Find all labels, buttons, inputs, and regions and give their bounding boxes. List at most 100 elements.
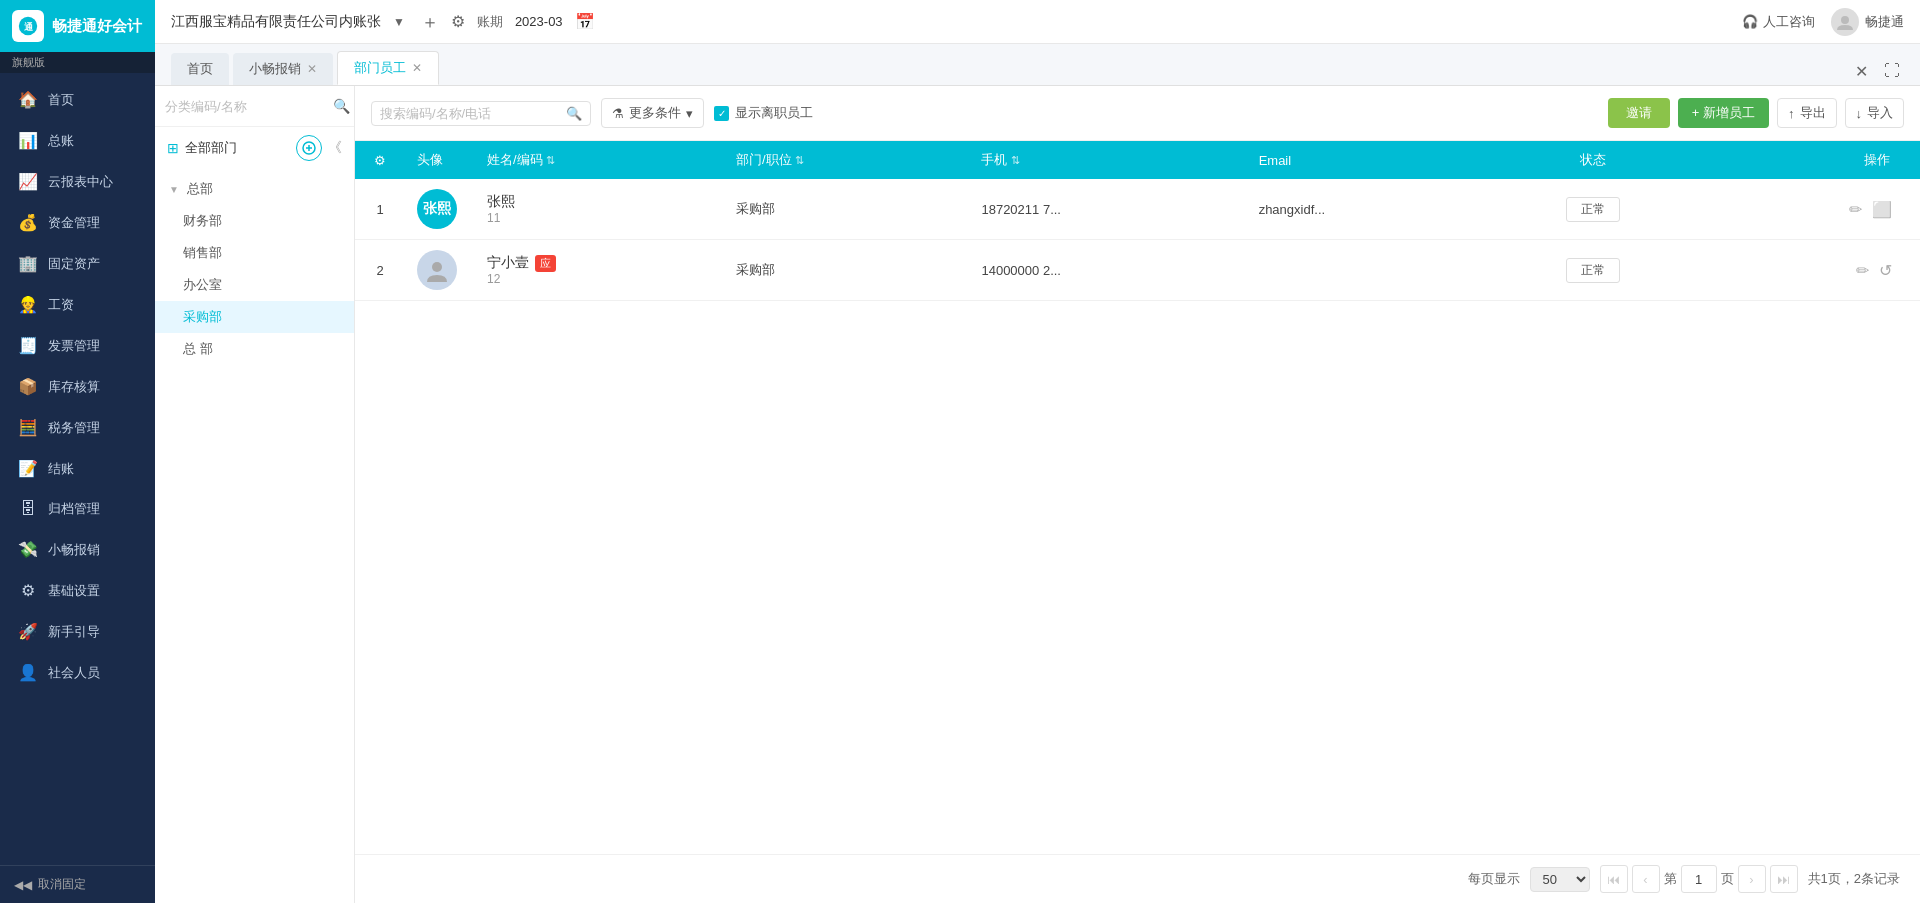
page-text: 页	[1721, 870, 1734, 888]
tab-home[interactable]: 首页	[171, 53, 229, 85]
show-resigned-label: 显示离职员工	[735, 104, 813, 122]
resigned-checkbox[interactable]: ✓	[714, 106, 729, 121]
employee-panel: 🔍 ⚗ 更多条件 ▾ ✓ 显示离职员工 邀请 + 新增员工	[355, 86, 1920, 903]
add-company-btn[interactable]: ＋	[421, 10, 439, 34]
nav-payroll[interactable]: 👷 工资	[0, 284, 155, 325]
nav-inventory[interactable]: 📦 库存核算	[0, 366, 155, 407]
row1-status-badge: 正常	[1566, 197, 1620, 222]
dept-item-sales[interactable]: 销售部	[155, 237, 354, 269]
row2-name: 宁小壹 应	[487, 254, 712, 272]
nav-guide[interactable]: 🚀 新手引导	[0, 611, 155, 652]
add-dept-btn[interactable]	[296, 135, 322, 161]
all-dept-btn[interactable]: ⊞ 全部部门	[167, 139, 237, 157]
add-employee-button[interactable]: + 新增员工	[1678, 98, 1769, 128]
company-dropdown-icon[interactable]: ▼	[393, 15, 405, 29]
col-dept-position[interactable]: 部门/职位	[724, 141, 969, 179]
nav-finance-label: 资金管理	[48, 214, 100, 232]
dept-search-icon[interactable]: 🔍	[333, 98, 350, 114]
import-button[interactable]: ↓ 导入	[1845, 98, 1905, 128]
nav-settings-label: 基础设置	[48, 582, 100, 600]
row2-code: 12	[487, 272, 712, 286]
dept-tree: ▼ 总部 财务部 销售部 办公室 采购部 总 部	[155, 169, 354, 903]
row2-actions-cell: ✏ ↺	[1698, 240, 1920, 301]
svg-text:通: 通	[24, 22, 34, 32]
period-value[interactable]: 2023-03	[515, 14, 563, 29]
grid-icon: ⊞	[167, 140, 179, 156]
export-label: 导出	[1800, 104, 1826, 122]
tab-dept-employee[interactable]: 部门员工 ✕	[337, 51, 439, 85]
sidebar-footer: ◀◀ 取消固定	[0, 865, 155, 903]
nav-settings[interactable]: ⚙ 基础设置	[0, 570, 155, 611]
per-page-select[interactable]: 50 10 20 100	[1530, 867, 1590, 892]
svg-point-4	[432, 262, 442, 272]
nav-archive[interactable]: 🗄 归档管理	[0, 489, 155, 529]
last-page-btn[interactable]: ⏭	[1770, 865, 1798, 893]
dept-item-general[interactable]: 总 部	[155, 333, 354, 365]
dept-item-purchase[interactable]: 采购部	[155, 301, 354, 333]
page-number-input[interactable]	[1681, 865, 1717, 893]
expand-window-btn[interactable]: ⛶	[1880, 58, 1904, 85]
topbar-right: 🎧 人工咨询 畅捷通	[1742, 8, 1904, 36]
dept-header: ⊞ 全部部门 《	[155, 127, 354, 169]
nav-close-books-label: 结账	[48, 460, 74, 478]
tab-dept-close[interactable]: ✕	[412, 61, 422, 75]
topbar-settings-icon[interactable]: ⚙	[451, 12, 465, 31]
more-filter-btn[interactable]: ⚗ 更多条件 ▾	[601, 98, 704, 128]
left-arrow-icon: ◀◀	[14, 878, 32, 892]
nav-close-books[interactable]: 📝 结账	[0, 448, 155, 489]
nav-fixed-assets[interactable]: 🏢 固定资产	[0, 243, 155, 284]
employee-search-input[interactable]	[380, 106, 560, 121]
nav-ledger-label: 总账	[48, 132, 74, 150]
nav-invoice[interactable]: 🧾 发票管理	[0, 325, 155, 366]
row1-exit-icon[interactable]: ⬜	[1872, 200, 1892, 219]
nav-ledger[interactable]: 📊 总账	[0, 120, 155, 161]
invite-button[interactable]: 邀请	[1608, 98, 1670, 128]
service-button[interactable]: 🎧 人工咨询	[1742, 13, 1815, 31]
col-name-code[interactable]: 姓名/编码	[475, 141, 724, 179]
nav-staff[interactable]: 👤 社会人员	[0, 652, 155, 693]
row2-name-cell: 宁小壹 应 12	[475, 240, 724, 301]
nav-home[interactable]: 🏠 首页	[0, 79, 155, 120]
dept-search-input[interactable]	[165, 99, 333, 114]
edition-badge: 旗舰版	[0, 52, 155, 73]
first-page-btn[interactable]: ⏮	[1600, 865, 1628, 893]
next-page-btn[interactable]: ›	[1738, 865, 1766, 893]
row1-name-cell: 张熙 11	[475, 179, 724, 240]
content-area: 🔍 ⊞ 全部部门 《 ▼ 总部	[155, 86, 1920, 903]
show-resigned-toggle[interactable]: ✓ 显示离职员工	[714, 104, 813, 122]
app-title: 畅捷通好会计	[52, 17, 142, 35]
row2-index: 2	[355, 240, 405, 301]
nav-tax[interactable]: 🧮 税务管理	[0, 407, 155, 448]
calendar-icon[interactable]: 📅	[575, 12, 595, 31]
logo-text-block: 畅捷通好会计	[52, 17, 142, 35]
user-info[interactable]: 畅捷通	[1831, 8, 1904, 36]
tab-expense[interactable]: 小畅报销 ✕	[233, 53, 333, 85]
collapse-dept-icon[interactable]: 《	[328, 139, 342, 157]
tabs-bar: 首页 小畅报销 ✕ 部门员工 ✕ ✕ ⛶	[155, 44, 1920, 86]
row2-avatar	[417, 250, 457, 290]
cancel-fixed-btn[interactable]: ◀◀ 取消固定	[14, 876, 141, 893]
headset-icon: 🎧	[1742, 14, 1758, 29]
col-phone[interactable]: 手机	[969, 141, 1246, 179]
finance-icon: 💰	[18, 213, 38, 232]
row2-edit-icon[interactable]: ✏	[1856, 261, 1869, 280]
export-button[interactable]: ↑ 导出	[1777, 98, 1837, 128]
import-icon: ↓	[1856, 106, 1863, 121]
row1-edit-icon[interactable]: ✏	[1849, 200, 1862, 219]
row2-refresh-icon[interactable]: ↺	[1879, 261, 1892, 280]
prev-page-btn[interactable]: ‹	[1632, 865, 1660, 893]
dept-item-finance[interactable]: 财务部	[155, 205, 354, 237]
dept-item-root[interactable]: ▼ 总部	[155, 173, 354, 205]
col-settings[interactable]: ⚙	[355, 141, 405, 179]
nav-guide-label: 新手引导	[48, 623, 100, 641]
nav-reports[interactable]: 📈 云报表中心	[0, 161, 155, 202]
employee-search-icon[interactable]: 🔍	[566, 106, 582, 121]
tab-home-label: 首页	[187, 60, 213, 78]
close-window-btn[interactable]: ✕	[1851, 58, 1872, 85]
nav-finance[interactable]: 💰 资金管理	[0, 202, 155, 243]
nav-expense[interactable]: 💸 小畅报销	[0, 529, 155, 570]
filter-chevron-icon: ▾	[686, 106, 693, 121]
dept-item-office[interactable]: 办公室	[155, 269, 354, 301]
tab-expense-close[interactable]: ✕	[307, 62, 317, 76]
export-icon: ↑	[1788, 106, 1795, 121]
